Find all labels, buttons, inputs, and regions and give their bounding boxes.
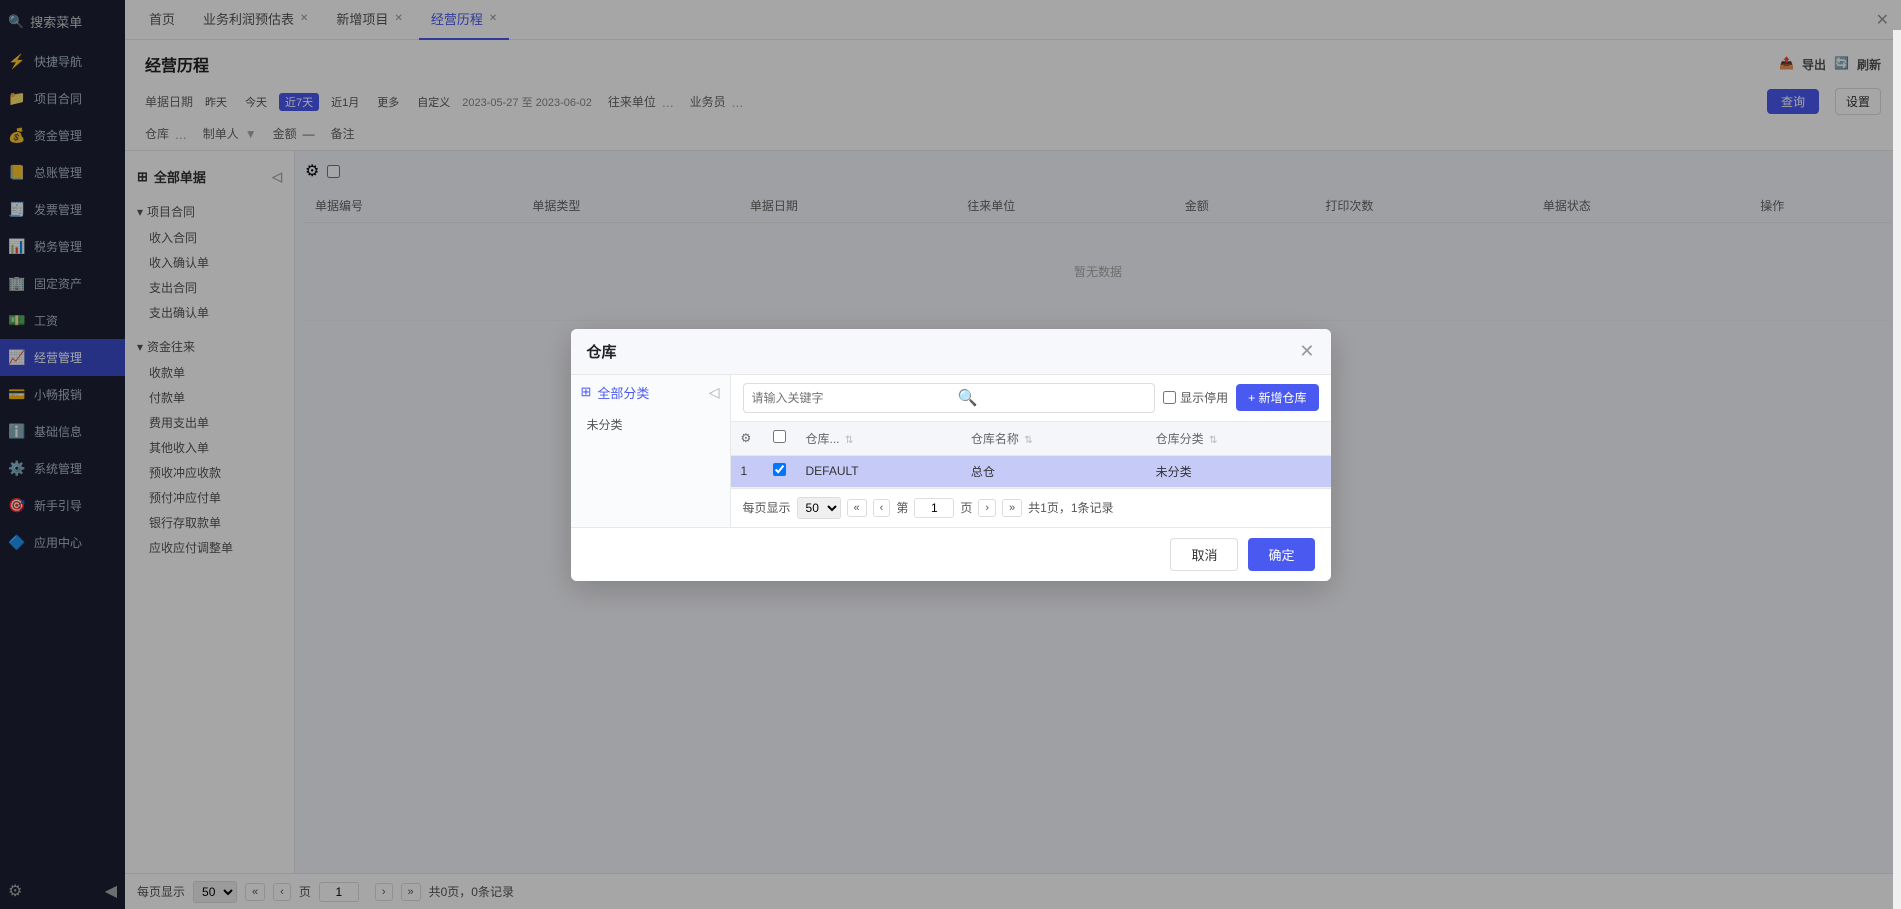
row-code: DEFAULT (796, 455, 961, 487)
col-warehouse-category: 仓库分类 ⇅ (1146, 422, 1331, 456)
select-all-dialog-checkbox[interactable] (773, 430, 786, 443)
dialog-footer: 取消 确定 (571, 527, 1331, 581)
code-sort-icon[interactable]: ⇅ (845, 435, 853, 446)
show-disabled-label: 显示停用 (1180, 389, 1228, 406)
unclassified-item[interactable]: 未分类 (571, 410, 730, 439)
warehouse-dialog: 仓库 ✕ ⊞ 全部分类 ◁ 未分类 (571, 329, 1331, 581)
row-settings[interactable]: 1 (731, 455, 763, 487)
dialog-toolbar: 🔍 显示停用 + 新增仓库 (731, 375, 1331, 422)
category-sort-icon[interactable]: ⇅ (1209, 435, 1217, 446)
row-select-checkbox[interactable] (773, 463, 786, 476)
dialog-collapse-btn[interactable]: ◁ (709, 384, 720, 401)
table-row[interactable]: 1 DEFAULT 总仓 未分类 (731, 455, 1331, 487)
dialog-last-page[interactable]: » (1002, 499, 1022, 517)
warehouse-table: ⚙ 仓库... ⇅ 仓库名称 (731, 422, 1331, 488)
col-checkbox[interactable] (763, 422, 796, 456)
search-input-wrapper: 🔍 (743, 383, 1156, 413)
col-settings[interactable]: ⚙ (731, 422, 763, 456)
dialog-title: 仓库 (587, 341, 1300, 362)
name-sort-icon[interactable]: ⇅ (1024, 435, 1032, 446)
search-icon-dialog: 🔍 (958, 388, 978, 408)
show-disabled-checkbox-label[interactable]: 显示停用 (1163, 389, 1228, 406)
dialog-pagination: 每页显示 50 « ‹ 第 页 › » 共1页，1条记录 (731, 488, 1331, 527)
grid-icon-dialog: ⊞ (581, 384, 592, 400)
show-disabled-checkbox[interactable] (1163, 391, 1176, 404)
row-category: 未分类 (1146, 455, 1331, 487)
modal-overlay: 仓库 ✕ ⊞ 全部分类 ◁ 未分类 (0, 0, 1901, 909)
dialog-left-panel: ⊞ 全部分类 ◁ 未分类 (571, 375, 731, 527)
dialog-page-unit: 页 (960, 499, 972, 516)
dialog-header: 仓库 ✕ (571, 329, 1331, 375)
add-warehouse-button[interactable]: + 新增仓库 (1236, 384, 1318, 411)
dialog-total-info: 共1页，1条记录 (1028, 499, 1113, 516)
dialog-right-panel: 🔍 显示停用 + 新增仓库 ⚙ (731, 375, 1331, 527)
row-checkbox[interactable] (763, 455, 796, 487)
dialog-prev-page[interactable]: ‹ (873, 499, 891, 517)
cancel-button[interactable]: 取消 (1170, 538, 1238, 571)
dialog-left-header[interactable]: ⊞ 全部分类 ◁ (571, 375, 730, 410)
row-name: 总仓 (961, 455, 1146, 487)
col-warehouse-name: 仓库名称 ⇅ (961, 422, 1146, 456)
dialog-per-page-label: 每页显示 (743, 499, 791, 516)
dialog-body: ⊞ 全部分类 ◁ 未分类 🔍 显示停用 (571, 375, 1331, 527)
dialog-page-input[interactable] (914, 498, 954, 518)
dialog-table-wrapper: ⚙ 仓库... ⇅ 仓库名称 (731, 422, 1331, 488)
dialog-close-button[interactable]: ✕ (1299, 341, 1314, 362)
dialog-next-page[interactable]: › (978, 499, 996, 517)
dialog-page-label: 第 (896, 499, 908, 516)
dialog-first-page[interactable]: « (847, 499, 867, 517)
confirm-button[interactable]: 确定 (1248, 538, 1314, 571)
dialog-per-page-select[interactable]: 50 (797, 497, 841, 519)
settings-col-icon[interactable]: ⚙ (741, 431, 752, 445)
search-input[interactable] (752, 391, 952, 405)
all-category-label: 全部分类 (597, 383, 649, 402)
col-warehouse-code: 仓库... ⇅ (796, 422, 961, 456)
